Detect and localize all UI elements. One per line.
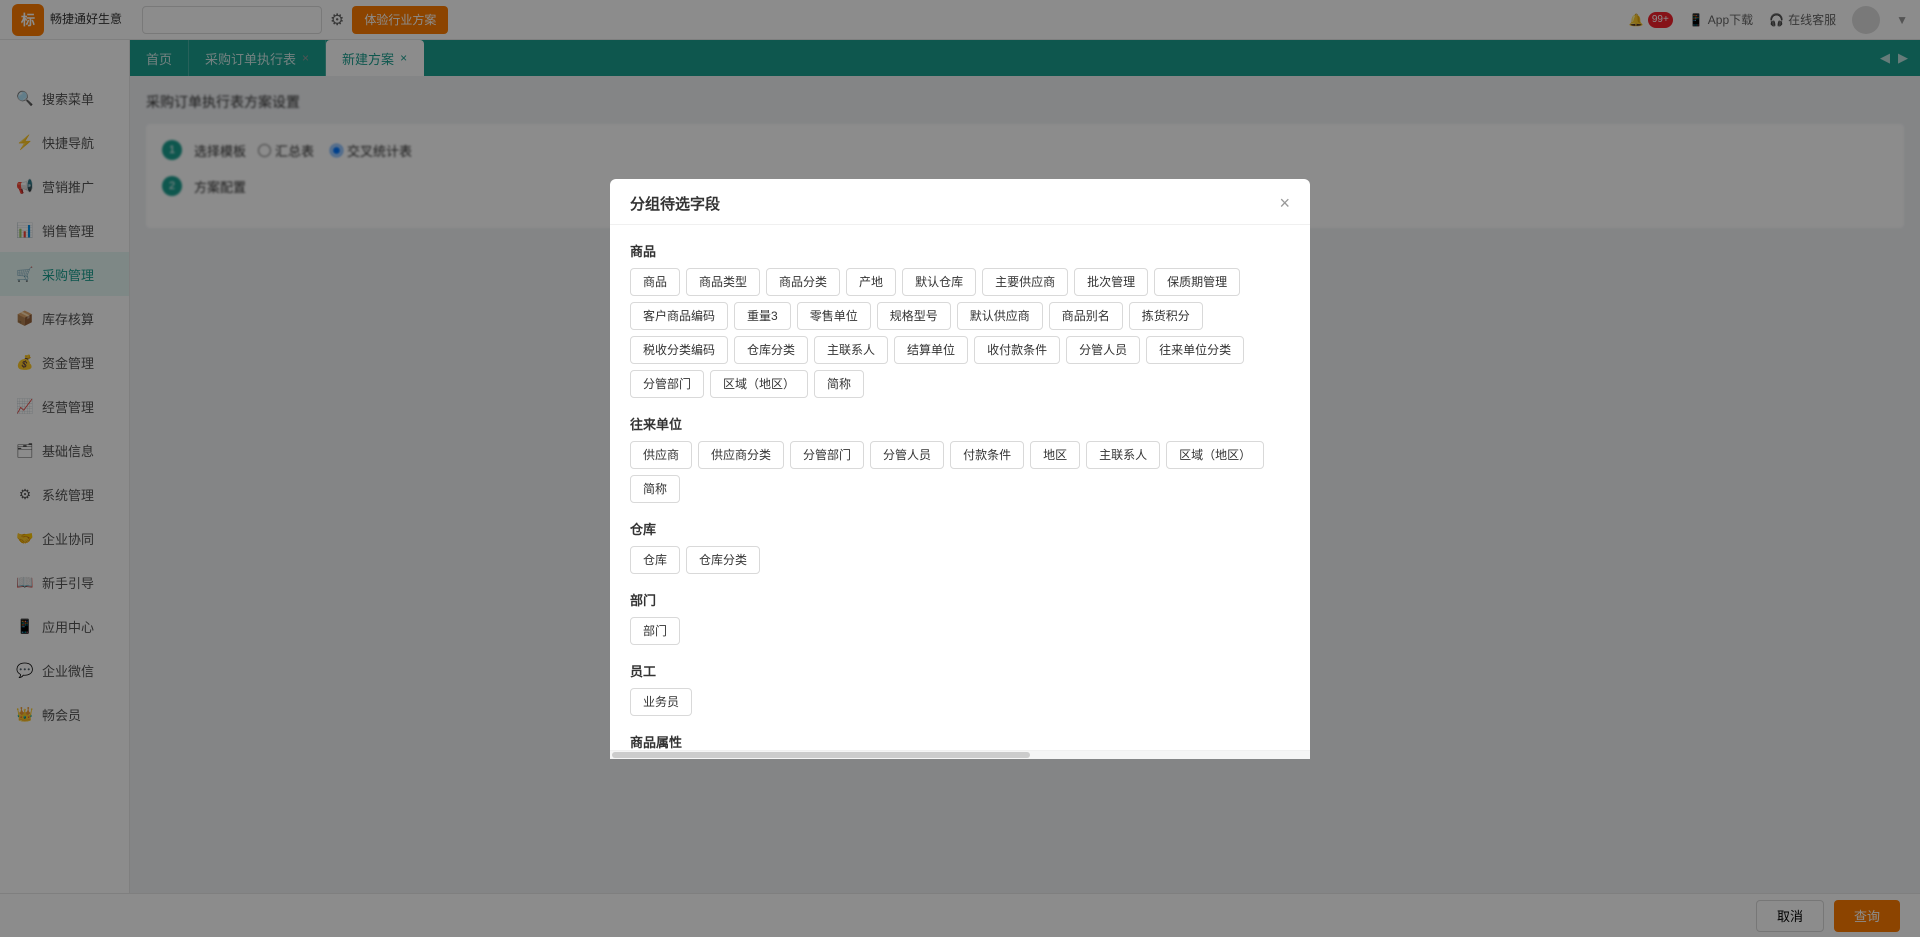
tag-salesperson[interactable]: 业务员: [630, 688, 692, 716]
tag-region-goods[interactable]: 区域（地区）: [710, 370, 808, 398]
modal-title: 分组待选字段: [630, 193, 720, 214]
modal-hscroll[interactable]: [610, 750, 1310, 758]
tag-payment-cond[interactable]: 付款条件: [950, 441, 1024, 469]
tag-goods-alias[interactable]: 商品别名: [1049, 302, 1123, 330]
dept-tags: 部门: [630, 617, 1290, 645]
tag-partner-category[interactable]: 往来单位分类: [1146, 336, 1244, 364]
tag-goods-category[interactable]: 商品分类: [766, 268, 840, 296]
tag-goods[interactable]: 商品: [630, 268, 680, 296]
tag-main-contact-partner[interactable]: 主联系人: [1086, 441, 1160, 469]
tag-goods-type[interactable]: 商品类型: [686, 268, 760, 296]
tag-dept[interactable]: 部门: [630, 617, 680, 645]
employee-tags: 业务员: [630, 688, 1290, 716]
tag-manager[interactable]: 分管人员: [1066, 336, 1140, 364]
section-dept: 部门 部门: [630, 590, 1290, 645]
field-select-modal: 分组待选字段 × 商品 商品 商品类型 商品分类 产地 默认仓库 主要供应商 批…: [610, 179, 1310, 759]
goods-tags: 商品 商品类型 商品分类 产地 默认仓库 主要供应商 批次管理 保质期管理 客户…: [630, 268, 1290, 398]
tag-tax-code[interactable]: 税收分类编码: [630, 336, 728, 364]
tag-weight3[interactable]: 重量3: [734, 302, 791, 330]
section-goods: 商品 商品 商品类型 商品分类 产地 默认仓库 主要供应商 批次管理 保质期管理…: [630, 241, 1290, 398]
section-warehouse: 仓库 仓库 仓库分类: [630, 519, 1290, 574]
tag-supplier-category[interactable]: 供应商分类: [698, 441, 784, 469]
tag-warehouse-cat[interactable]: 仓库分类: [686, 546, 760, 574]
section-dept-title: 部门: [630, 590, 1290, 609]
tag-abbr-goods[interactable]: 简称: [814, 370, 864, 398]
tag-supplier[interactable]: 供应商: [630, 441, 692, 469]
tag-customer-code[interactable]: 客户商品编码: [630, 302, 728, 330]
tag-pick-points[interactable]: 拣货积分: [1129, 302, 1203, 330]
section-partner: 往来单位 供应商 供应商分类 分管部门 分管人员 付款条件 地区 主联系人 区域…: [630, 414, 1290, 503]
modal-body[interactable]: 商品 商品 商品类型 商品分类 产地 默认仓库 主要供应商 批次管理 保质期管理…: [610, 225, 1310, 751]
tag-dept-in-charge[interactable]: 分管部门: [630, 370, 704, 398]
modal-close-btn[interactable]: ×: [1279, 193, 1290, 214]
tag-quality-period[interactable]: 保质期管理: [1154, 268, 1240, 296]
tag-main-supplier[interactable]: 主要供应商: [982, 268, 1068, 296]
tag-default-supplier[interactable]: 默认供应商: [957, 302, 1043, 330]
warehouse-tags: 仓库 仓库分类: [630, 546, 1290, 574]
section-goods-attr: 商品属性 属性 颜色 多规格 尺码 鞋码 1: [630, 732, 1290, 751]
tag-abbr-partner[interactable]: 简称: [630, 475, 680, 503]
tag-main-contact[interactable]: 主联系人: [814, 336, 888, 364]
tag-retail-unit[interactable]: 零售单位: [797, 302, 871, 330]
modal-overlay: 分组待选字段 × 商品 商品 商品类型 商品分类 产地 默认仓库 主要供应商 批…: [0, 0, 1920, 937]
tag-region-area-partner[interactable]: 区域（地区）: [1166, 441, 1264, 469]
tag-origin[interactable]: 产地: [846, 268, 896, 296]
modal-header: 分组待选字段 ×: [610, 179, 1310, 225]
tag-region-partner[interactable]: 地区: [1030, 441, 1080, 469]
section-warehouse-title: 仓库: [630, 519, 1290, 538]
tag-spec-model[interactable]: 规格型号: [877, 302, 951, 330]
tag-default-warehouse[interactable]: 默认仓库: [902, 268, 976, 296]
tag-settlement-unit[interactable]: 结算单位: [894, 336, 968, 364]
section-partner-title: 往来单位: [630, 414, 1290, 433]
section-goods-attr-title: 商品属性: [630, 732, 1290, 751]
section-employee: 员工 业务员: [630, 661, 1290, 716]
tag-payment-terms[interactable]: 收付款条件: [974, 336, 1060, 364]
section-goods-title: 商品: [630, 241, 1290, 260]
tag-warehouse-category[interactable]: 仓库分类: [734, 336, 808, 364]
tag-dept-partner[interactable]: 分管部门: [790, 441, 864, 469]
tag-batch-mgmt[interactable]: 批次管理: [1074, 268, 1148, 296]
tag-manager-partner[interactable]: 分管人员: [870, 441, 944, 469]
partner-tags: 供应商 供应商分类 分管部门 分管人员 付款条件 地区 主联系人 区域（地区） …: [630, 441, 1290, 503]
tag-warehouse[interactable]: 仓库: [630, 546, 680, 574]
section-employee-title: 员工: [630, 661, 1290, 680]
